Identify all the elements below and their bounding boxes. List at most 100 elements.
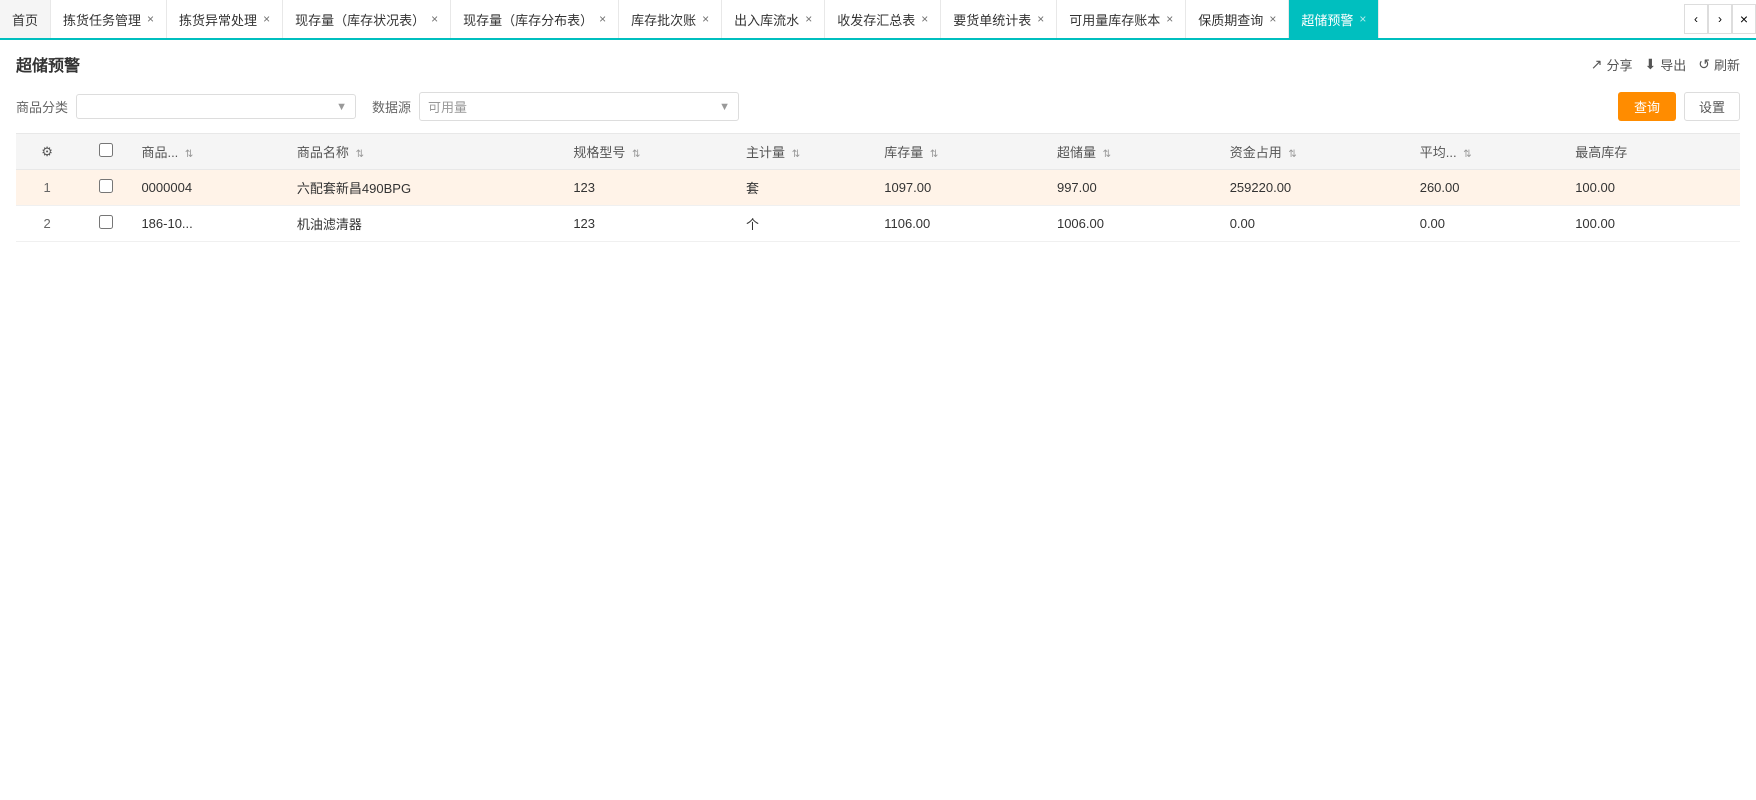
table-container: ⚙ 商品... ⇅ 商品名称 ⇅ 规格型号 ⇅ 主计量 bbox=[0, 133, 1756, 242]
nav-stock-status[interactable]: 现存量（库存状况表） × bbox=[283, 0, 451, 38]
product-code: 186-10... bbox=[133, 206, 288, 242]
product-category-select[interactable]: ▼ bbox=[76, 94, 356, 119]
refresh-icon: ↺ bbox=[1698, 56, 1710, 73]
product-name: 机油滤清器 bbox=[289, 206, 565, 242]
sort-icon: ⇅ bbox=[1463, 149, 1471, 160]
sort-icon: ⇅ bbox=[356, 149, 364, 160]
nav-requisition[interactable]: 要货单统计表 × bbox=[941, 0, 1057, 38]
row-checkbox[interactable] bbox=[99, 215, 113, 229]
table-row: 2 186-10... 机油滤清器 123 个 1106.00 1006.00 … bbox=[16, 206, 1740, 242]
nav-summary[interactable]: 收发存汇总表 × bbox=[825, 0, 941, 38]
export-icon: ⬇ bbox=[1645, 56, 1657, 73]
chevron-down-icon: ▼ bbox=[336, 101, 347, 113]
nav-task-mgmt[interactable]: 拣货任务管理 × bbox=[51, 0, 167, 38]
sort-icon: ⇅ bbox=[792, 149, 800, 160]
product-name: 六配套新昌490BPG bbox=[289, 170, 565, 206]
query-button[interactable]: 查询 bbox=[1618, 92, 1676, 121]
product-category-filter: 商品分类 ▼ bbox=[16, 94, 356, 119]
datasource-value: 可用量 bbox=[428, 97, 719, 116]
share-icon: ↗ bbox=[1591, 56, 1603, 73]
avg: 0.00 bbox=[1412, 206, 1567, 242]
th-product-name[interactable]: 商品名称 ⇅ bbox=[289, 134, 565, 170]
th-unit[interactable]: 主计量 ⇅ bbox=[738, 134, 876, 170]
row-number: 1 bbox=[16, 170, 78, 206]
close-icon[interactable]: × bbox=[805, 12, 812, 26]
nav-more-button[interactable]: × bbox=[1732, 4, 1756, 34]
close-icon[interactable]: × bbox=[1166, 12, 1173, 26]
overstock-table: ⚙ 商品... ⇅ 商品名称 ⇅ 规格型号 ⇅ 主计量 bbox=[16, 133, 1740, 242]
settings-button[interactable]: 设置 bbox=[1684, 92, 1740, 121]
datasource-label: 数据源 bbox=[372, 97, 411, 116]
nav-prev-button[interactable]: ‹ bbox=[1684, 4, 1708, 34]
max-stock: 100.00 bbox=[1567, 170, 1740, 206]
chevron-down-icon: ▼ bbox=[719, 101, 730, 113]
table-row: 1 0000004 六配套新昌490BPG 123 套 1097.00 997.… bbox=[16, 170, 1740, 206]
share-action[interactable]: ↗ 分享 bbox=[1591, 55, 1633, 74]
sort-icon: ⇅ bbox=[185, 149, 193, 160]
product-category-label: 商品分类 bbox=[16, 97, 68, 116]
close-icon[interactable]: × bbox=[599, 12, 606, 26]
th-product-code[interactable]: 商品... ⇅ bbox=[133, 134, 288, 170]
datasource-filter: 数据源 可用量 ▼ bbox=[372, 92, 739, 121]
nav-quality[interactable]: 保质期查询 × bbox=[1186, 0, 1289, 38]
sort-icon: ⇅ bbox=[1288, 149, 1296, 160]
top-nav: 首页 拣货任务管理 × 拣货异常处理 × 现存量（库存状况表） × 现存量（库存… bbox=[0, 0, 1756, 40]
filter-buttons: 查询 设置 bbox=[1618, 92, 1740, 121]
row-checkbox[interactable] bbox=[99, 179, 113, 193]
overstock: 997.00 bbox=[1049, 170, 1222, 206]
close-icon[interactable]: × bbox=[1359, 12, 1366, 26]
avg: 260.00 bbox=[1412, 170, 1567, 206]
datasource-select[interactable]: 可用量 ▼ bbox=[419, 92, 739, 121]
table-header-row: ⚙ 商品... ⇅ 商品名称 ⇅ 规格型号 ⇅ 主计量 bbox=[16, 134, 1740, 170]
nav-abnormal[interactable]: 拣货异常处理 × bbox=[167, 0, 283, 38]
th-checkbox bbox=[78, 134, 133, 170]
spec: 123 bbox=[565, 170, 738, 206]
nav-batch[interactable]: 库存批次账 × bbox=[619, 0, 722, 38]
close-icon[interactable]: × bbox=[1037, 12, 1044, 26]
select-all-checkbox[interactable] bbox=[99, 143, 113, 157]
th-avg[interactable]: 平均... ⇅ bbox=[1412, 134, 1567, 170]
nav-next-button[interactable]: › bbox=[1708, 4, 1732, 34]
row-number: 2 bbox=[16, 206, 78, 242]
th-stock[interactable]: 库存量 ⇅ bbox=[876, 134, 1049, 170]
max-stock: 100.00 bbox=[1567, 206, 1740, 242]
overstock: 1006.00 bbox=[1049, 206, 1222, 242]
nav-arrows: ‹ › × bbox=[1684, 4, 1756, 34]
unit: 个 bbox=[738, 206, 876, 242]
nav-stock-dist[interactable]: 现存量（库存分布表） × bbox=[451, 0, 619, 38]
page-header: 超储预警 ↗ 分享 ⬇ 导出 ↺ 刷新 bbox=[0, 40, 1756, 84]
product-code: 0000004 bbox=[133, 170, 288, 206]
sort-icon: ⇅ bbox=[632, 149, 640, 160]
sort-icon: ⇅ bbox=[1103, 149, 1111, 160]
gear-icon: ⚙ bbox=[41, 144, 53, 159]
page-title: 超储预警 bbox=[16, 52, 80, 76]
capital: 0.00 bbox=[1222, 206, 1412, 242]
nav-home[interactable]: 首页 bbox=[0, 0, 51, 38]
row-checkbox-cell bbox=[78, 206, 133, 242]
close-icon[interactable]: × bbox=[1269, 12, 1276, 26]
stock: 1097.00 bbox=[876, 170, 1049, 206]
unit: 套 bbox=[738, 170, 876, 206]
nav-inout-flow[interactable]: 出入库流水 × bbox=[722, 0, 825, 38]
th-spec[interactable]: 规格型号 ⇅ bbox=[565, 134, 738, 170]
filter-bar: 商品分类 ▼ 数据源 可用量 ▼ 查询 设置 bbox=[0, 84, 1756, 129]
th-max-stock[interactable]: 最高库存 bbox=[1567, 134, 1740, 170]
spec: 123 bbox=[565, 206, 738, 242]
close-icon[interactable]: × bbox=[702, 12, 709, 26]
nav-available[interactable]: 可用量库存账本 × bbox=[1057, 0, 1186, 38]
th-settings[interactable]: ⚙ bbox=[16, 134, 78, 170]
header-actions: ↗ 分享 ⬇ 导出 ↺ 刷新 bbox=[1591, 55, 1740, 74]
capital: 259220.00 bbox=[1222, 170, 1412, 206]
row-checkbox-cell bbox=[78, 170, 133, 206]
nav-overstock[interactable]: 超储预警 × bbox=[1289, 0, 1379, 38]
close-icon[interactable]: × bbox=[921, 12, 928, 26]
stock: 1106.00 bbox=[876, 206, 1049, 242]
close-icon[interactable]: × bbox=[431, 12, 438, 26]
close-icon[interactable]: × bbox=[263, 12, 270, 26]
export-action[interactable]: ⬇ 导出 bbox=[1645, 55, 1687, 74]
th-overstock[interactable]: 超储量 ⇅ bbox=[1049, 134, 1222, 170]
refresh-action[interactable]: ↺ 刷新 bbox=[1698, 55, 1740, 74]
th-capital[interactable]: 资金占用 ⇅ bbox=[1222, 134, 1412, 170]
close-icon[interactable]: × bbox=[147, 12, 154, 26]
sort-icon: ⇅ bbox=[930, 149, 938, 160]
